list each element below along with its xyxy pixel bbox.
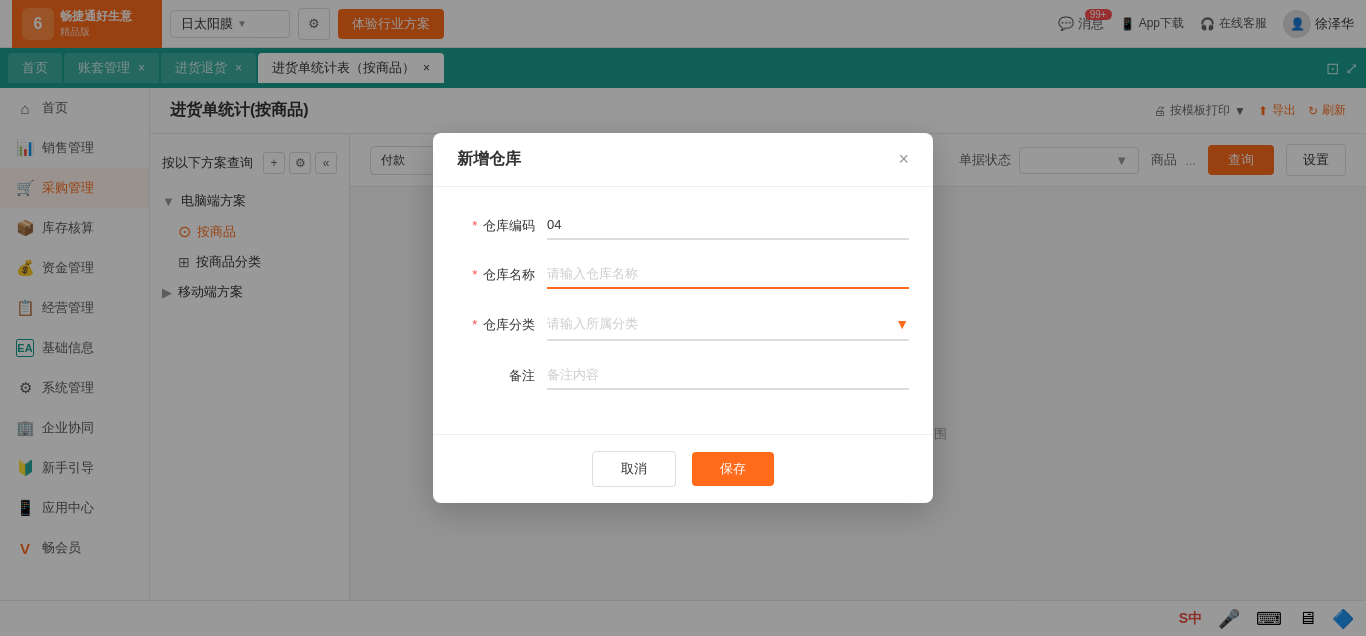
- category-arrow-icon: ▼: [895, 316, 909, 332]
- dialog-body: * 仓库编码 * 仓库名称 * 仓库分类 请输入: [433, 187, 933, 434]
- dialog-title: 新增仓库: [457, 149, 521, 170]
- cancel-button[interactable]: 取消: [592, 451, 676, 487]
- form-row-category: * 仓库分类 请输入所属分类 ▼: [457, 309, 909, 341]
- code-label: * 仓库编码: [457, 217, 547, 235]
- category-label: * 仓库分类: [457, 316, 547, 334]
- save-button[interactable]: 保存: [692, 452, 774, 486]
- add-warehouse-dialog: 新增仓库 × * 仓库编码 * 仓库名称: [433, 133, 933, 503]
- name-label: * 仓库名称: [457, 266, 547, 284]
- form-row-note: 备注: [457, 361, 909, 390]
- form-row-name: * 仓库名称: [457, 260, 909, 289]
- dialog-footer: 取消 保存: [433, 434, 933, 503]
- name-input[interactable]: [547, 260, 909, 289]
- modal-overlay[interactable]: 新增仓库 × * 仓库编码 * 仓库名称: [0, 0, 1366, 636]
- note-input[interactable]: [547, 361, 909, 390]
- category-placeholder: 请输入所属分类: [547, 315, 895, 333]
- dialog-close-button[interactable]: ×: [898, 149, 909, 170]
- category-select[interactable]: 请输入所属分类 ▼: [547, 309, 909, 341]
- form-row-code: * 仓库编码: [457, 211, 909, 240]
- code-input[interactable]: [547, 211, 909, 240]
- note-label: 备注: [457, 367, 547, 385]
- dialog-header: 新增仓库 ×: [433, 133, 933, 187]
